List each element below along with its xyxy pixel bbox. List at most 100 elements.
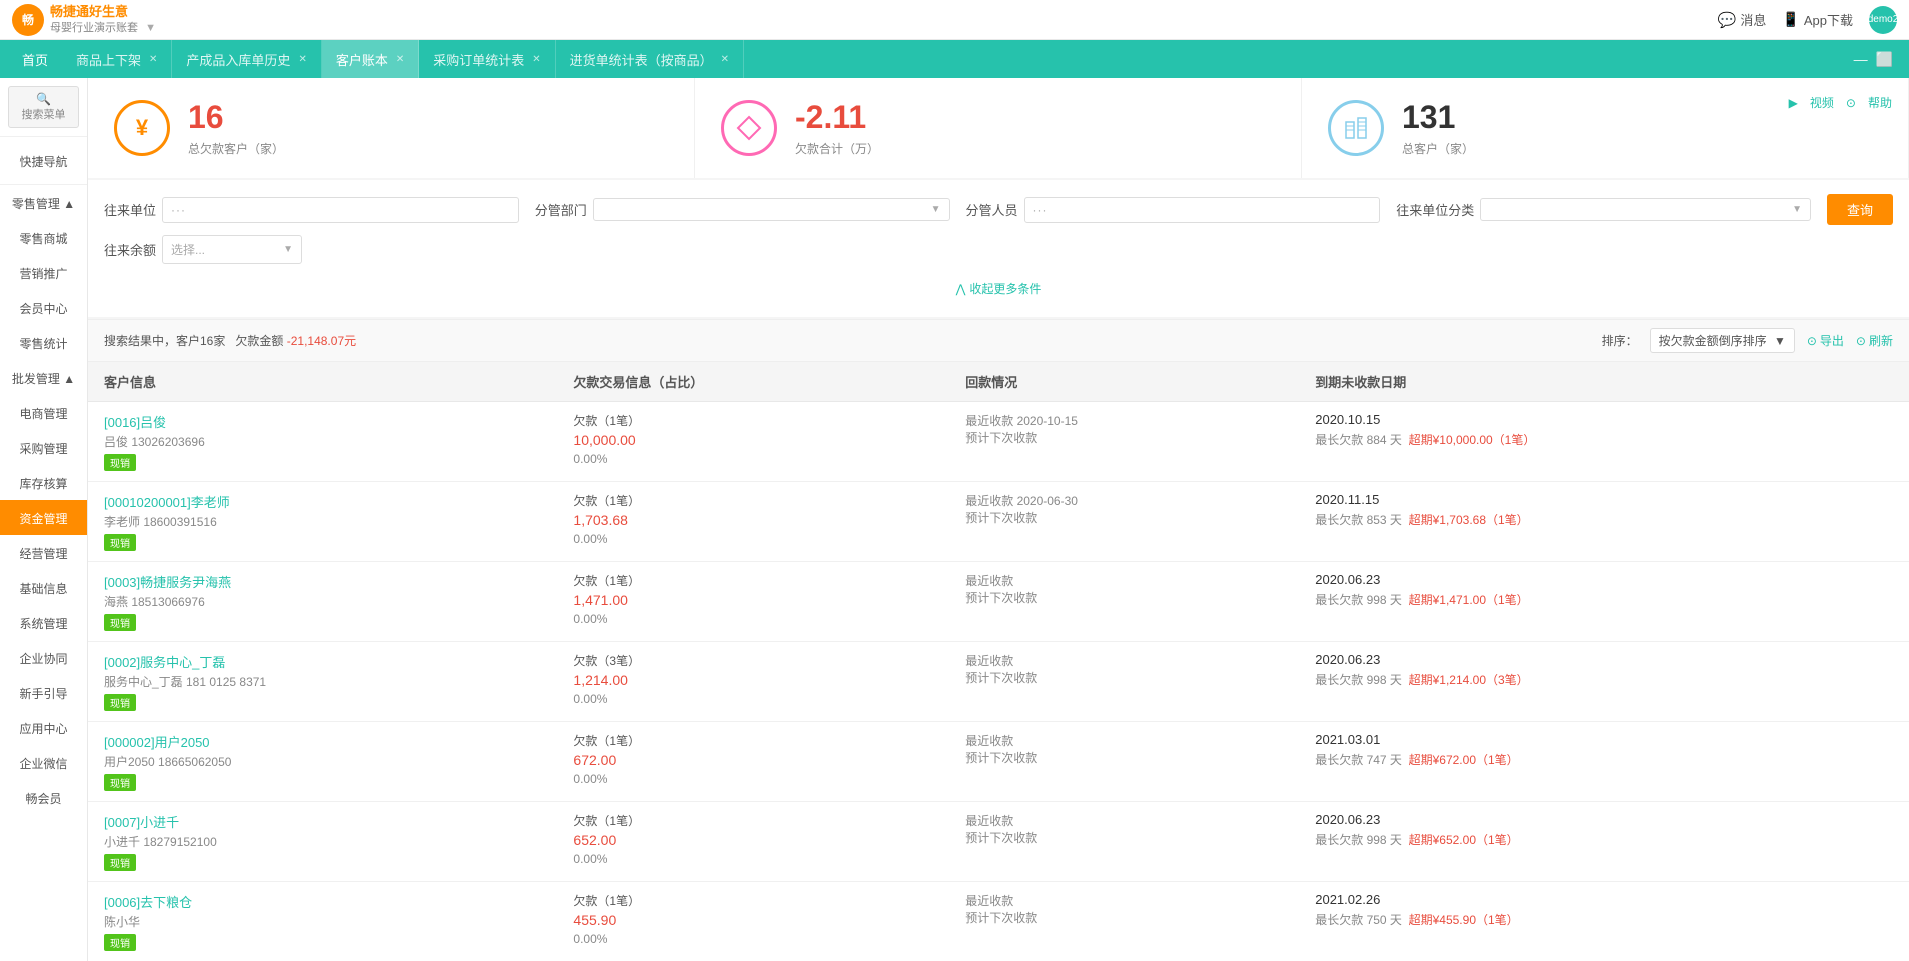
results-actions: 排序： 按欠款金额倒序排序 ▼ ⊙ 导出 ⊙ 刷新 (1602, 328, 1893, 353)
overdue-info-4: 最长欠款 747 天 超期¥672.00（1笔） (1315, 751, 1893, 768)
filter-unit-category: 往来单位分类 ▼ (1396, 198, 1811, 221)
tab-purchase-order[interactable]: 采购订单统计表 ✕ (419, 40, 555, 78)
tab-customer-account[interactable]: 客户账本 ✕ (322, 40, 419, 78)
tab-production-close[interactable]: ✕ (298, 54, 306, 65)
customer-name-6[interactable]: [0006]去下粮仓 (104, 892, 541, 911)
sidebar-item-retail-mgmt[interactable]: 零售管理 ▲ (0, 185, 87, 220)
customer-phone-3: 服务中心_丁磊 181 0125 8371 (104, 673, 541, 690)
building-icon (1342, 114, 1370, 142)
video-label[interactable]: 视频 (1810, 94, 1834, 111)
customer-name-1[interactable]: [00010200001]李老师 (104, 492, 541, 511)
sidebar-item-retail-stats[interactable]: 零售统计 (0, 325, 87, 360)
maximize-icon[interactable]: ⬜ (1876, 51, 1893, 68)
sidebar-item-purchase[interactable]: 采购管理 (0, 430, 87, 465)
cell-debt-info-3: 欠款（3笔） 1,214.00 0.00% (557, 642, 949, 722)
last-collection-5: 最近收款 (965, 812, 1283, 829)
debt-ratio-2: 0.00% (573, 612, 933, 626)
logo-icon: 畅 (12, 4, 44, 36)
sidebar-item-new-guide[interactable]: 新手引导 (0, 675, 87, 710)
sidebar-item-vip[interactable]: 畅会员 (0, 780, 87, 815)
collapse-bar[interactable]: ⋀ 收起更多条件 (104, 274, 1893, 303)
stat-card-total-customers: 131 总客户（家） ▶ 视频 ⊙ 帮助 (1302, 78, 1909, 178)
sidebar-item-marketing[interactable]: 营销推广 (0, 255, 87, 290)
table-row: [0007]小进千 小进千 18279152100 现销 欠款（1笔） 652.… (88, 802, 1909, 882)
filter-balance-select[interactable]: 选择... ▼ (162, 235, 302, 264)
filter-source-unit-input[interactable]: ··· (162, 197, 519, 223)
overdue-days-1: 最长欠款 853 天 (1315, 513, 1405, 527)
customer-phone-6: 陈小华 (104, 913, 541, 930)
filter-balance: 往来余额 选择... ▼ (104, 235, 324, 264)
message-btn[interactable]: 💬 消息 (1718, 10, 1767, 29)
stat-card-debt-customers: ¥ 16 总欠款客户（家） (88, 78, 695, 178)
sidebar-item-system[interactable]: 系统管理 (0, 605, 87, 640)
overdue-days-6: 最长欠款 750 天 (1315, 913, 1405, 927)
stat-actions: ▶ 视频 ⊙ 帮助 (1789, 94, 1892, 111)
sidebar-item-quick-nav[interactable]: 快捷导航 (0, 143, 87, 178)
app-download-btn[interactable]: 📱 App下载 (1782, 10, 1853, 29)
sidebar-item-ecommerce[interactable]: 电商管理 (0, 395, 87, 430)
tab-customer-account-close[interactable]: ✕ (396, 54, 404, 65)
minimize-icon[interactable]: — (1854, 51, 1868, 67)
customer-name-5[interactable]: [0007]小进千 (104, 812, 541, 831)
overdue-amount-0[interactable]: 超期¥10,000.00（1笔） (1409, 433, 1536, 447)
sidebar-item-corp-wechat[interactable]: 企业微信 (0, 745, 87, 780)
tag-now-4: 现销 (104, 774, 136, 791)
user-avatar[interactable]: demo2 (1869, 6, 1897, 34)
customer-phone-2: 海燕 18513066976 (104, 593, 541, 610)
filter-person-input[interactable]: ··· (1024, 197, 1381, 223)
sidebar-item-inventory[interactable]: 库存核算 (0, 465, 87, 500)
customer-name-3[interactable]: [0002]服务中心_丁磊 (104, 652, 541, 671)
next-collection-3: 预计下次收款 (965, 669, 1283, 686)
tab-production[interactable]: 产成品入库单历史 ✕ (172, 40, 321, 78)
overdue-amount-5[interactable]: 超期¥652.00（1笔） (1409, 833, 1519, 847)
cell-customer-info-5: [0007]小进千 小进千 18279152100 现销 (88, 802, 557, 882)
overdue-amount-1[interactable]: 超期¥1,703.68（1笔） (1409, 513, 1529, 527)
sidebar-item-app-center[interactable]: 应用中心 (0, 710, 87, 745)
sidebar-item-operations[interactable]: 经营管理 (0, 535, 87, 570)
sidebar-item-enterprise[interactable]: 企业协同 (0, 640, 87, 675)
sidebar-item-batch-mgmt[interactable]: 批发管理 ▲ (0, 360, 87, 395)
debt-count-2: 欠款（1笔） (573, 572, 933, 589)
overdue-amount-6[interactable]: 超期¥455.90（1笔） (1409, 913, 1519, 927)
app-wrapper: 畅 畅捷通好生意 母婴行业演示账套 ▼ 💬 消息 📱 App下载 (0, 0, 1909, 961)
sidebar-item-retail-mall[interactable]: 零售商城 (0, 220, 87, 255)
tab-purchase-order-close[interactable]: ✕ (532, 54, 540, 65)
sort-select[interactable]: 按欠款金额倒序排序 ▼ (1650, 328, 1795, 353)
tab-inventory-stats-close[interactable]: ✕ (721, 54, 729, 65)
customer-name-4[interactable]: [000002]用户2050 (104, 732, 541, 751)
sidebar-item-basic-info[interactable]: 基础信息 (0, 570, 87, 605)
customer-name-2[interactable]: [0003]畅捷服务尹海燕 (104, 572, 541, 591)
cell-due-date-0: 2020.10.15 最长欠款 884 天 超期¥10,000.00（1笔） (1299, 402, 1909, 482)
sidebar-item-finance[interactable]: 资金管理 (0, 500, 87, 535)
chevron-down-icon[interactable]: ▼ (145, 22, 156, 34)
filter-unit-category-select[interactable]: ▼ (1480, 198, 1811, 221)
debt-amount-0: 10,000.00 (573, 432, 933, 448)
tab-products-close[interactable]: ✕ (149, 54, 157, 65)
search-menu-btn[interactable]: 🔍 搜索菜单 (8, 86, 79, 128)
overdue-info-0: 最长欠款 884 天 超期¥10,000.00（1笔） (1315, 431, 1893, 448)
debt-count-6: 欠款（1笔） (573, 892, 933, 909)
refresh-btn[interactable]: ⊙ 刷新 (1856, 332, 1893, 349)
customer-name-0[interactable]: [0016]吕俊 (104, 412, 541, 431)
overdue-amount-2[interactable]: 超期¥1,471.00（1笔） (1409, 593, 1529, 607)
filter-dept-select[interactable]: ▼ (593, 198, 950, 221)
overdue-days-5: 最长欠款 998 天 (1315, 833, 1405, 847)
overdue-amount-4[interactable]: 超期¥672.00（1笔） (1409, 753, 1519, 767)
overdue-info-6: 最长欠款 750 天 超期¥455.90（1笔） (1315, 911, 1893, 928)
tab-inventory-stats[interactable]: 进货单统计表（按商品） ✕ (556, 40, 744, 78)
query-button[interactable]: 查询 (1827, 194, 1893, 225)
export-btn[interactable]: ⊙ 导出 (1807, 332, 1844, 349)
collapse-label: 收起更多条件 (969, 280, 1041, 297)
next-collection-2: 预计下次收款 (965, 589, 1283, 606)
tab-home[interactable]: 首页 (8, 50, 62, 69)
debt-ratio-5: 0.00% (573, 852, 933, 866)
table-row: [00010200001]李老师 李老师 18600391516 现销 欠款（1… (88, 482, 1909, 562)
overdue-amount-3[interactable]: 超期¥1,214.00（3笔） (1409, 673, 1529, 687)
sidebar-item-member[interactable]: 会员中心 (0, 290, 87, 325)
debt-amount-3: 1,214.00 (573, 672, 933, 688)
help-label[interactable]: 帮助 (1868, 94, 1892, 111)
next-collection-0: 预计下次收款 (965, 429, 1283, 446)
cell-due-date-4: 2021.03.01 最长欠款 747 天 超期¥672.00（1笔） (1299, 722, 1909, 802)
debt-ratio-0: 0.00% (573, 452, 933, 466)
tab-products[interactable]: 商品上下架 ✕ (62, 40, 172, 78)
